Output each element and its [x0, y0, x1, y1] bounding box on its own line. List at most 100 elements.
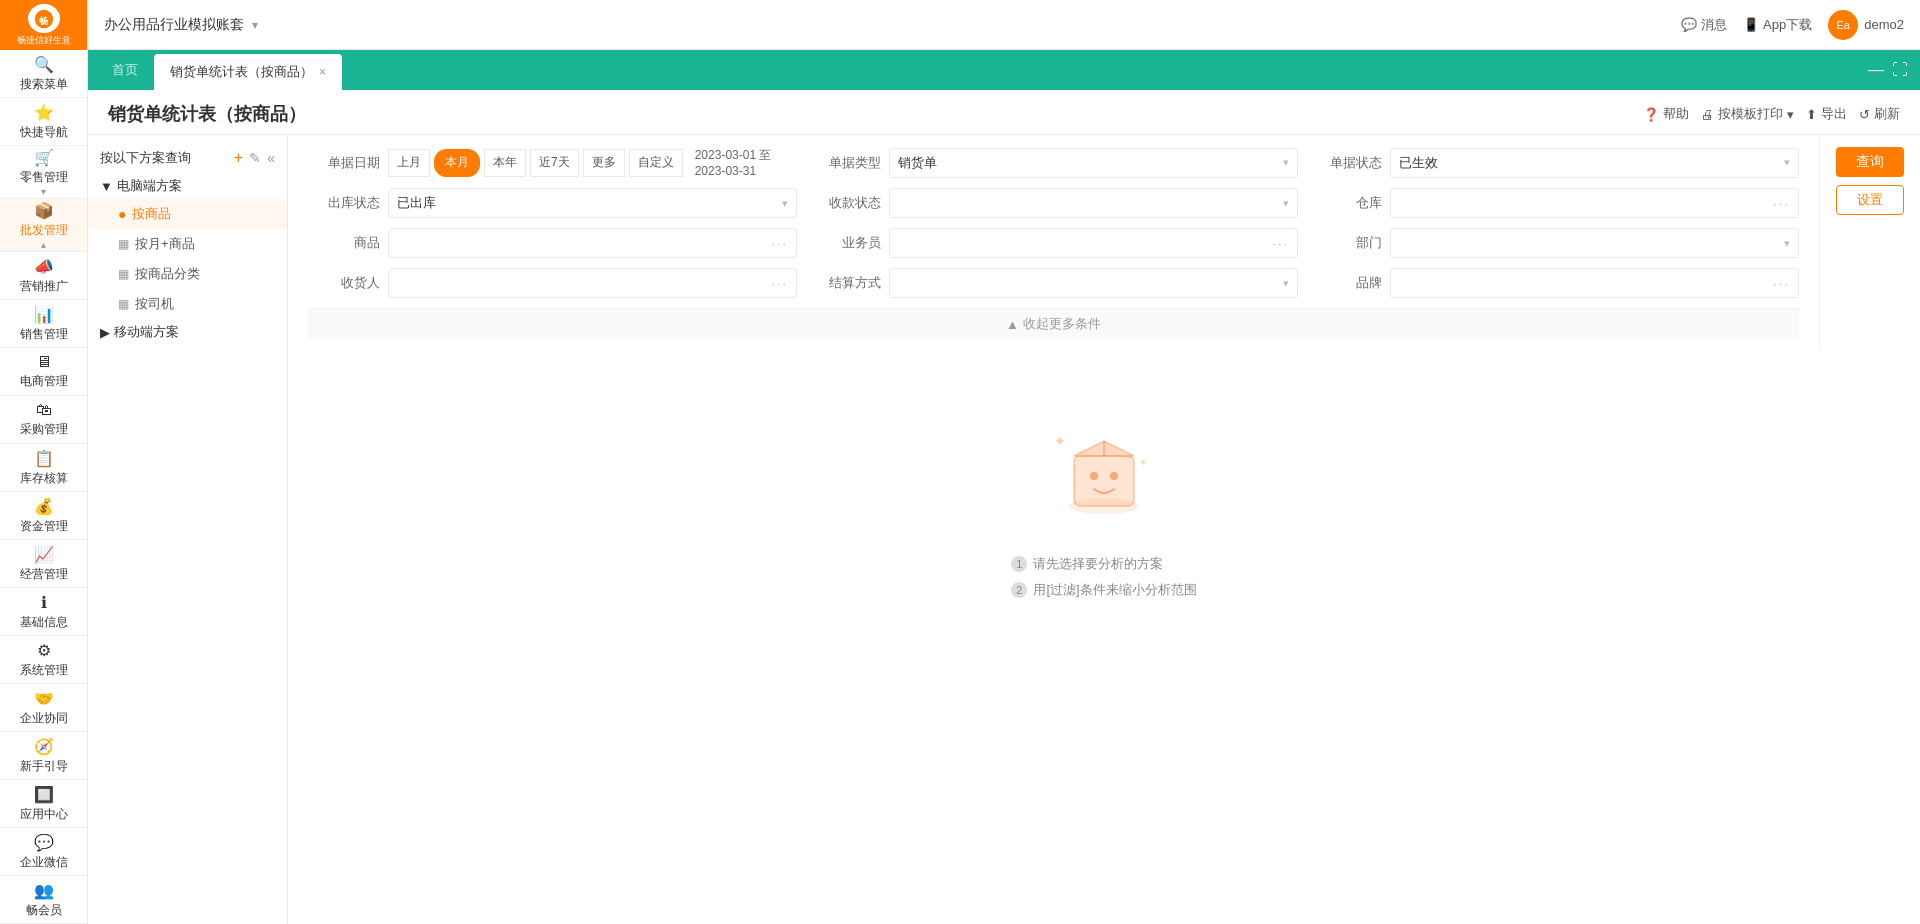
message-btn[interactable]: 💬 消息: [1681, 16, 1727, 34]
by-category-label: 按商品分类: [135, 265, 200, 283]
warehouse-cell: 仓库 ···: [1310, 188, 1799, 218]
app-subtitle: 畅捷信好生意: [17, 35, 71, 46]
export-action[interactable]: ⬆ 导出: [1806, 105, 1847, 123]
sidebar-item-quicknav[interactable]: ⭐ 快捷导航: [0, 98, 87, 146]
sidebar-label-system: 系统管理: [20, 662, 68, 679]
empty-illustration: ✦ ✦: [1044, 411, 1164, 531]
dept-input[interactable]: ▾: [1390, 228, 1799, 258]
help-action[interactable]: ❓ 帮助: [1643, 105, 1689, 123]
panel-section-pc[interactable]: ▼ 电脑端方案: [88, 173, 287, 199]
content-body: 按以下方案查询 + ✎ « ▼ 电脑端方案 ● 按商品: [88, 135, 1920, 924]
brand-label: 品牌: [1310, 274, 1390, 292]
tab-close-icon[interactable]: ×: [319, 65, 326, 79]
sidebar-item-sales[interactable]: 📊 销售管理: [0, 300, 87, 348]
settings-button[interactable]: 设置: [1836, 185, 1904, 215]
sidebar-item-appstore[interactable]: 🔲 应用中心: [0, 780, 87, 828]
stock-status-input[interactable]: 已出库 ▾: [388, 188, 797, 218]
wholesale-arrow-icon: ▴: [41, 239, 46, 250]
sidebar-item-corp[interactable]: 🤝 企业协同: [0, 684, 87, 732]
tab-maximize-icon[interactable]: ⛶: [1892, 61, 1908, 79]
stock-status-value: 已出库: [397, 194, 436, 212]
salesperson-label: 业务员: [809, 234, 889, 252]
panel-item-by-goods[interactable]: ● 按商品: [88, 199, 287, 229]
refresh-label: 刷新: [1874, 105, 1900, 123]
filter-row-4: 收货人 ··· 结算方式 ▾: [308, 268, 1799, 298]
empty-state: ✦ ✦ 1 请先选择要分析的方案 2 用[过滤]条件来缩小分析范围: [288, 351, 1920, 663]
receiver-label: 收货人: [308, 274, 388, 292]
date-btn-more[interactable]: 更多: [583, 149, 625, 177]
panel-edit-icon[interactable]: ✎: [249, 150, 261, 166]
sidebar-item-guide[interactable]: 🧭 新手引导: [0, 732, 87, 780]
print-action[interactable]: 🖨 按模板打印 ▾: [1701, 105, 1794, 123]
sidebar-item-wholesale[interactable]: 📦 批发管理 ▴: [0, 199, 87, 252]
receipt-status-label: 收款状态: [809, 194, 889, 212]
sidebar-item-member[interactable]: 👥 畅会员: [0, 876, 87, 924]
left-panel: 按以下方案查询 + ✎ « ▼ 电脑端方案 ● 按商品: [88, 135, 288, 924]
bill-status-dropdown-icon: ▾: [1784, 156, 1790, 169]
svg-text:✦: ✦: [1054, 433, 1066, 449]
sidebar-item-wechat[interactable]: 💬 企业微信: [0, 828, 87, 876]
sidebar-item-inventory[interactable]: 📋 库存核算: [0, 444, 87, 492]
svg-text:畅: 畅: [38, 15, 47, 25]
sidebar-label-finance: 资金管理: [20, 518, 68, 535]
sidebar-item-purchase[interactable]: 🛍 采购管理: [0, 396, 87, 444]
finance-icon: 💰: [34, 497, 54, 516]
date-btn-7days[interactable]: 近7天: [530, 149, 579, 177]
panel-item-by-category[interactable]: ▦ 按商品分类: [88, 259, 287, 289]
sidebar-item-marketing[interactable]: 📣 营销推广: [0, 252, 87, 300]
date-btn-thisyear[interactable]: 本年: [484, 149, 526, 177]
brand-input[interactable]: ···: [1390, 268, 1799, 298]
bill-status-value: 已生效: [1399, 154, 1438, 172]
sidebar-item-system[interactable]: ⚙ 系统管理: [0, 636, 87, 684]
app-download-btn[interactable]: 📱 App下载: [1743, 16, 1812, 34]
query-button[interactable]: 查询: [1836, 147, 1904, 177]
panel-add-icon[interactable]: +: [234, 149, 243, 167]
panel-item-by-driver[interactable]: ▦ 按司机: [88, 289, 287, 319]
sidebar-item-basic[interactable]: ℹ 基础信息: [0, 588, 87, 636]
tab-sales-stats[interactable]: 销货单统计表（按商品） ×: [154, 54, 342, 90]
print-dropdown-icon: ▾: [1787, 107, 1794, 122]
date-btn-lastmonth[interactable]: 上月: [388, 149, 430, 177]
bill-type-input[interactable]: 销货单 ▾: [889, 148, 1298, 178]
bill-status-label: 单据状态: [1310, 154, 1390, 172]
help-label: 帮助: [1663, 105, 1689, 123]
page-actions: ❓ 帮助 🖨 按模板打印 ▾ ⬆ 导出 ↺ 刷新: [1643, 105, 1900, 123]
message-icon: 💬: [1681, 17, 1697, 32]
collapse-btn[interactable]: ▲ 收起更多条件: [308, 308, 1799, 339]
collapse-up-icon: ▲: [1006, 317, 1019, 332]
date-btn-thismonth[interactable]: 本月: [434, 149, 480, 177]
warehouse-input[interactable]: ···: [1390, 188, 1799, 218]
goods-input[interactable]: ···: [388, 228, 797, 258]
tab-minimize-icon[interactable]: —: [1868, 61, 1884, 79]
sidebar-item-operation[interactable]: 📈 经营管理: [0, 540, 87, 588]
logo-icon: 畅: [28, 4, 60, 33]
sidebar-item-retail[interactable]: 🛒 零售管理 ▾: [0, 146, 87, 199]
guide-icon: 🧭: [34, 737, 54, 756]
panel-header-actions: + ✎ «: [234, 149, 275, 167]
ecommerce-icon: 🖥: [36, 353, 52, 371]
main-area: 办公用品行业模拟账套 ▾ 💬 消息 📱 App下载 Ea demo2 首页: [88, 0, 1920, 924]
panel-header-label: 按以下方案查询: [100, 149, 191, 167]
industry-dropdown-icon[interactable]: ▾: [252, 18, 258, 32]
refresh-action[interactable]: ↺ 刷新: [1859, 105, 1900, 123]
user-info[interactable]: Ea demo2: [1828, 10, 1904, 40]
sidebar-item-search[interactable]: 🔍 搜索菜单: [0, 50, 87, 98]
app-download-icon: 📱: [1743, 17, 1759, 32]
payment-input[interactable]: ▾: [889, 268, 1298, 298]
bill-status-input[interactable]: 已生效 ▾: [1390, 148, 1799, 178]
salesperson-cell: 业务员 ···: [809, 228, 1298, 258]
panel-header: 按以下方案查询 + ✎ «: [88, 143, 287, 173]
date-range-label: 2023-03-01 至 2023-03-31: [695, 147, 797, 178]
salesperson-input[interactable]: ···: [889, 228, 1298, 258]
sidebar-item-finance[interactable]: 💰 资金管理: [0, 492, 87, 540]
sidebar-label-quicknav: 快捷导航: [20, 124, 68, 141]
date-btn-custom[interactable]: 自定义: [629, 149, 683, 177]
panel-item-by-month-goods[interactable]: ▦ 按月+商品: [88, 229, 287, 259]
panel-section-mobile[interactable]: ▶ 移动端方案: [88, 319, 287, 345]
receipt-status-input[interactable]: ▾: [889, 188, 1298, 218]
sidebar-item-ecommerce[interactable]: 🖥 电商管理: [0, 348, 87, 396]
by-month-goods-icon: ▦: [118, 237, 129, 251]
tab-home[interactable]: 首页: [96, 50, 154, 90]
receiver-input[interactable]: ···: [388, 268, 797, 298]
panel-collapse-icon[interactable]: «: [267, 150, 275, 166]
